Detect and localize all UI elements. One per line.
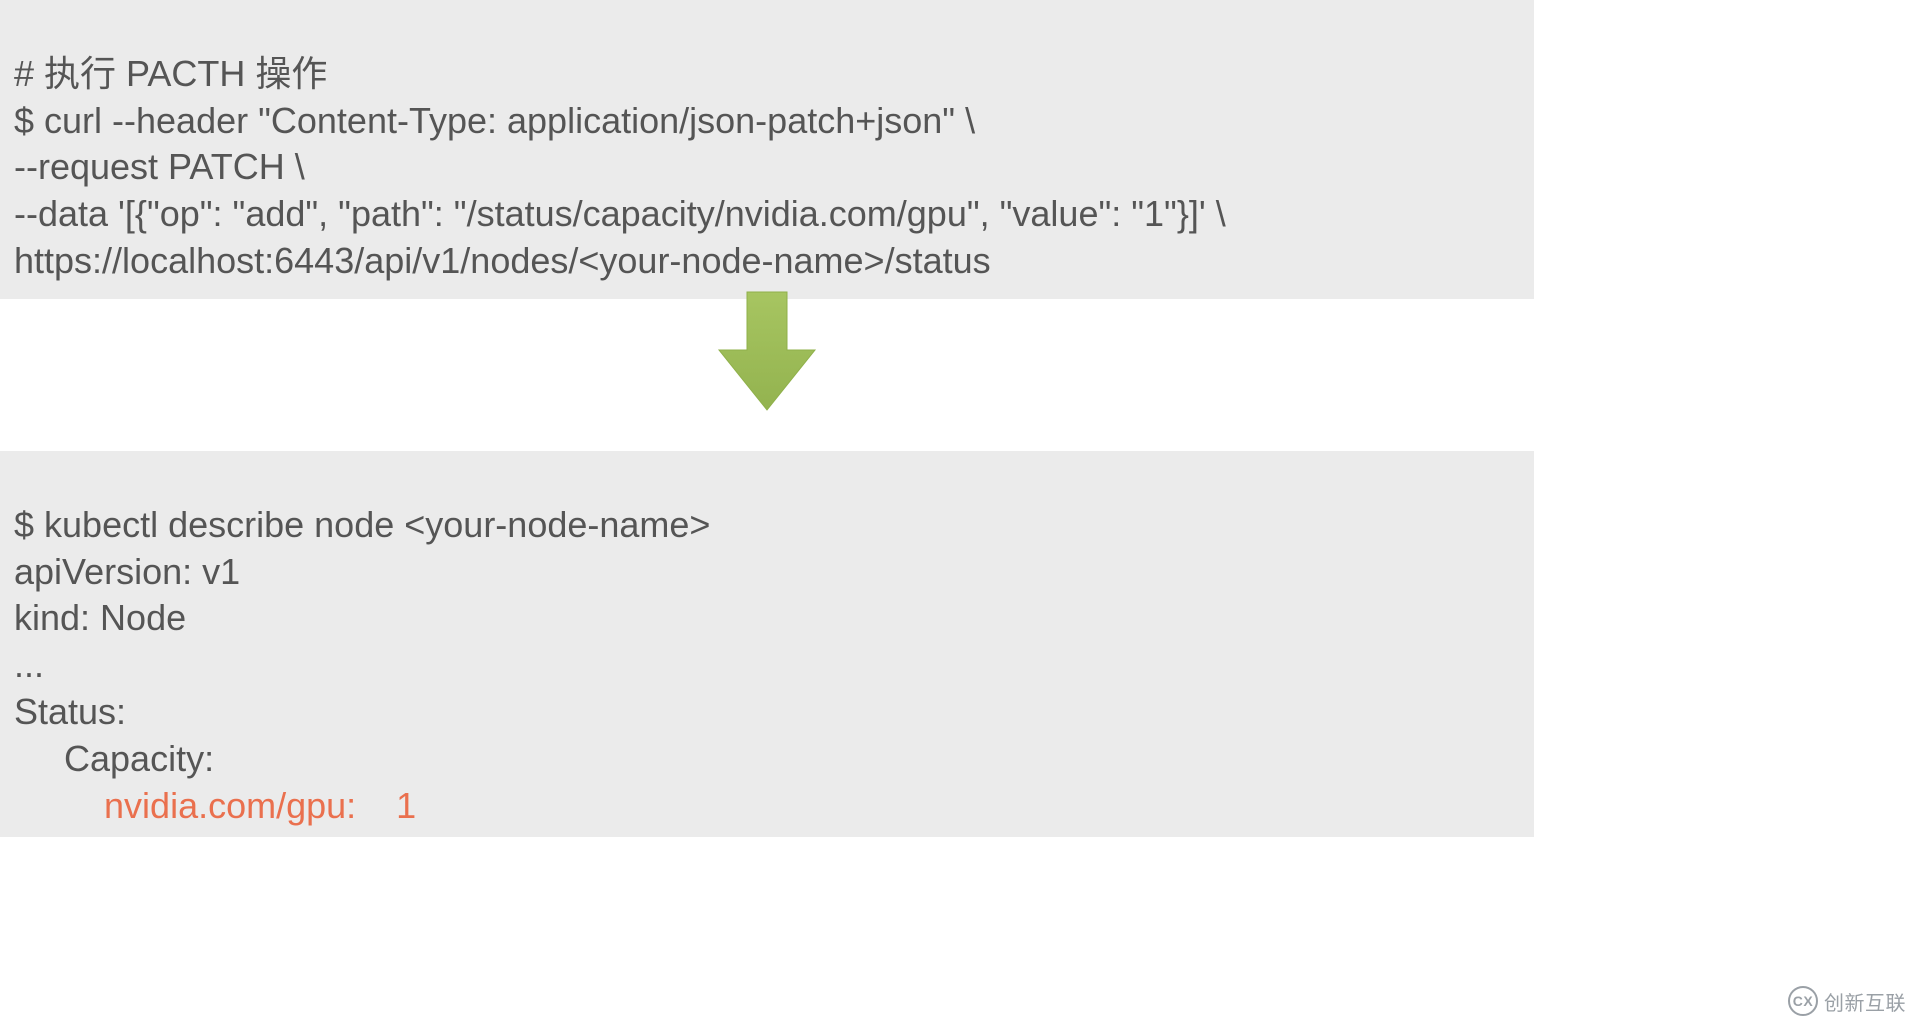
code-line: $ kubectl describe node <your-node-name> bbox=[14, 504, 710, 545]
code-line: https://localhost:6443/api/v1/nodes/<you… bbox=[14, 240, 991, 281]
watermark: CX 创新互联 bbox=[1788, 986, 1906, 1016]
code-line: kind: Node bbox=[14, 597, 186, 638]
code-block-patch: # 执行 PACTH 操作 $ curl --header "Content-T… bbox=[0, 0, 1534, 299]
watermark-logo-icon: CX bbox=[1788, 986, 1818, 1016]
code-line: Capacity: bbox=[14, 738, 214, 779]
down-arrow-icon bbox=[707, 280, 827, 425]
watermark-text: 创新互联 bbox=[1824, 987, 1906, 1016]
code-line: --data '[{"op": "add", "path": "/status/… bbox=[14, 193, 1226, 234]
code-line: Status: bbox=[14, 691, 126, 732]
code-line: # 执行 PACTH 操作 bbox=[14, 53, 327, 94]
code-line: --request PATCH \ bbox=[14, 146, 305, 187]
code-line: ... bbox=[14, 644, 44, 685]
gpu-capacity-highlight: nvidia.com/gpu: 1 bbox=[104, 785, 416, 826]
code-line: $ curl --header "Content-Type: applicati… bbox=[14, 100, 975, 141]
code-line: nvidia.com/gpu: 1 bbox=[14, 785, 416, 826]
code-block-describe: $ kubectl describe node <your-node-name>… bbox=[0, 451, 1534, 837]
code-line: apiVersion: v1 bbox=[14, 551, 240, 592]
arrow-container bbox=[0, 280, 1534, 425]
